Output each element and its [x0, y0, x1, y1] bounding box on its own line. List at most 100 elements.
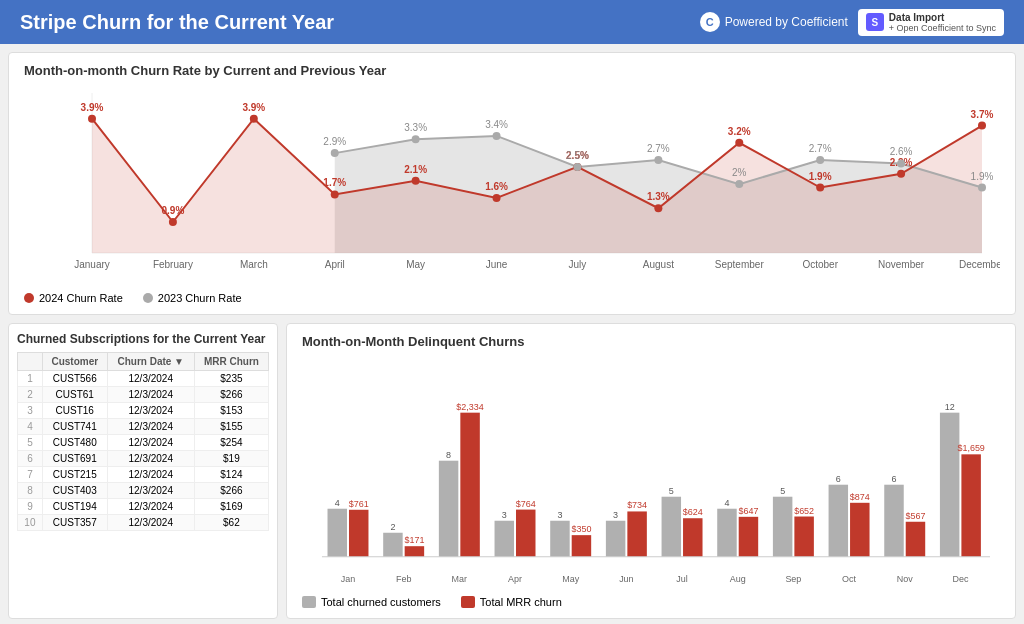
table-cell: $235 — [194, 371, 268, 387]
svg-point-38 — [331, 149, 339, 157]
svg-rect-113 — [961, 454, 980, 556]
svg-text:2.5%: 2.5% — [566, 150, 589, 161]
legend-2023-label: 2023 Churn Rate — [158, 292, 242, 304]
line-chart-container: JanuaryFebruaryMarchAprilMayJuneJulyAugu… — [24, 83, 1000, 287]
svg-text:$2,334: $2,334 — [456, 402, 483, 412]
svg-rect-111 — [940, 413, 959, 557]
table-row: 4CUST74112/3/2024$155 — [18, 419, 269, 435]
header-right: C Powered by Coefficient S Data Import +… — [700, 9, 1004, 36]
svg-text:$171: $171 — [404, 535, 424, 545]
svg-text:June: June — [486, 259, 508, 270]
svg-text:$734: $734 — [627, 500, 647, 510]
svg-text:1.6%: 1.6% — [485, 181, 508, 192]
svg-point-50 — [816, 156, 824, 164]
table-cell: CUST691 — [42, 451, 107, 467]
svg-text:0.9%: 0.9% — [162, 205, 185, 216]
svg-text:$652: $652 — [794, 506, 814, 516]
table-cell: 8 — [18, 483, 43, 499]
table-row: 10CUST35712/3/2024$62 — [18, 515, 269, 531]
svg-rect-71 — [495, 521, 514, 557]
table-cell: $169 — [194, 499, 268, 515]
svg-text:Dec: Dec — [952, 574, 968, 584]
svg-text:$647: $647 — [738, 506, 758, 516]
table-cell: 12/3/2024 — [107, 467, 194, 483]
svg-point-44 — [573, 163, 581, 171]
table-body: 1CUST56612/3/2024$2352CUST6112/3/2024$26… — [18, 371, 269, 531]
table-row: 1CUST56612/3/2024$235 — [18, 371, 269, 387]
legend-red-bar: Total MRR churn — [461, 596, 562, 608]
table-section: Churned Subscriptions for the Current Ye… — [8, 323, 278, 619]
svg-rect-56 — [328, 509, 347, 557]
svg-text:3.9%: 3.9% — [242, 102, 265, 113]
svg-point-52 — [897, 159, 905, 167]
svg-point-42 — [493, 132, 501, 140]
svg-text:Sep: Sep — [785, 574, 801, 584]
table-cell: 5 — [18, 435, 43, 451]
legend-gray-icon — [302, 596, 316, 608]
svg-point-22 — [412, 177, 420, 185]
svg-rect-103 — [850, 503, 869, 557]
svg-text:2: 2 — [390, 522, 395, 532]
svg-text:$874: $874 — [850, 492, 870, 502]
coefficient-logo: C Powered by Coefficient — [700, 12, 848, 32]
svg-text:Jul: Jul — [676, 574, 687, 584]
svg-text:August: August — [643, 259, 674, 270]
svg-text:3: 3 — [557, 510, 562, 520]
stripe-badge: S Data Import + Open Coefficient to Sync — [858, 9, 1004, 36]
svg-point-18 — [250, 115, 258, 123]
svg-rect-81 — [606, 521, 625, 557]
table-row: 7CUST21512/3/2024$124 — [18, 467, 269, 483]
svg-text:May: May — [406, 259, 425, 270]
legend-2023: 2023 Churn Rate — [143, 292, 242, 304]
svg-point-16 — [169, 218, 177, 226]
churn-table: Customer Churn Date ▼ MRR Churn 1CUST566… — [17, 352, 269, 531]
table-cell: CUST403 — [42, 483, 107, 499]
svg-text:$350: $350 — [571, 524, 591, 534]
svg-rect-76 — [550, 521, 569, 557]
svg-text:5: 5 — [780, 486, 785, 496]
table-cell: 9 — [18, 499, 43, 515]
svg-text:3: 3 — [613, 510, 618, 520]
svg-text:July: July — [569, 259, 587, 270]
svg-rect-101 — [829, 485, 848, 557]
table-cell: $124 — [194, 467, 268, 483]
svg-text:3.4%: 3.4% — [485, 119, 508, 130]
table-row: 2CUST6112/3/2024$266 — [18, 387, 269, 403]
bottom-section: Churned Subscriptions for the Current Ye… — [8, 323, 1016, 619]
svg-rect-98 — [794, 517, 813, 557]
bar-chart-section: Month-on-Month Delinquent Churns 4$761Ja… — [286, 323, 1016, 619]
table-header-row: Customer Churn Date ▼ MRR Churn — [18, 353, 269, 371]
top-chart-title: Month-on-month Churn Rate by Current and… — [24, 63, 1000, 78]
svg-text:2.1%: 2.1% — [404, 164, 427, 175]
powered-by-label: Powered by Coefficient — [725, 15, 848, 29]
table-cell: 12/3/2024 — [107, 435, 194, 451]
svg-rect-73 — [516, 510, 535, 557]
svg-text:Mar: Mar — [452, 574, 467, 584]
table-cell: $153 — [194, 403, 268, 419]
svg-text:$764: $764 — [516, 499, 536, 509]
svg-text:3.2%: 3.2% — [728, 126, 751, 137]
svg-text:6: 6 — [891, 474, 896, 484]
svg-text:February: February — [153, 259, 193, 270]
svg-text:8: 8 — [446, 450, 451, 460]
svg-text:Nov: Nov — [897, 574, 913, 584]
svg-text:$624: $624 — [683, 507, 703, 517]
svg-text:Oct: Oct — [842, 574, 856, 584]
table-cell: $62 — [194, 515, 268, 531]
table-cell: CUST357 — [42, 515, 107, 531]
svg-text:October: October — [802, 259, 838, 270]
svg-text:1.9%: 1.9% — [971, 171, 994, 182]
chart-legend: 2024 Churn Rate 2023 Churn Rate — [24, 292, 1000, 304]
main-content: Month-on-month Churn Rate by Current and… — [0, 44, 1024, 624]
svg-rect-61 — [383, 533, 402, 557]
table-cell: 2 — [18, 387, 43, 403]
svg-text:$567: $567 — [905, 511, 925, 521]
table-cell: CUST61 — [42, 387, 107, 403]
stripe-icon: S — [866, 13, 884, 31]
bar-chart-svg: 4$761Jan2$171Feb8$2,334Mar3$764Apr3$350M… — [302, 357, 1000, 587]
table-cell: 12/3/2024 — [107, 387, 194, 403]
coefficient-icon: C — [700, 12, 720, 32]
svg-point-32 — [816, 184, 824, 192]
table-cell: $266 — [194, 483, 268, 499]
table-cell: CUST480 — [42, 435, 107, 451]
